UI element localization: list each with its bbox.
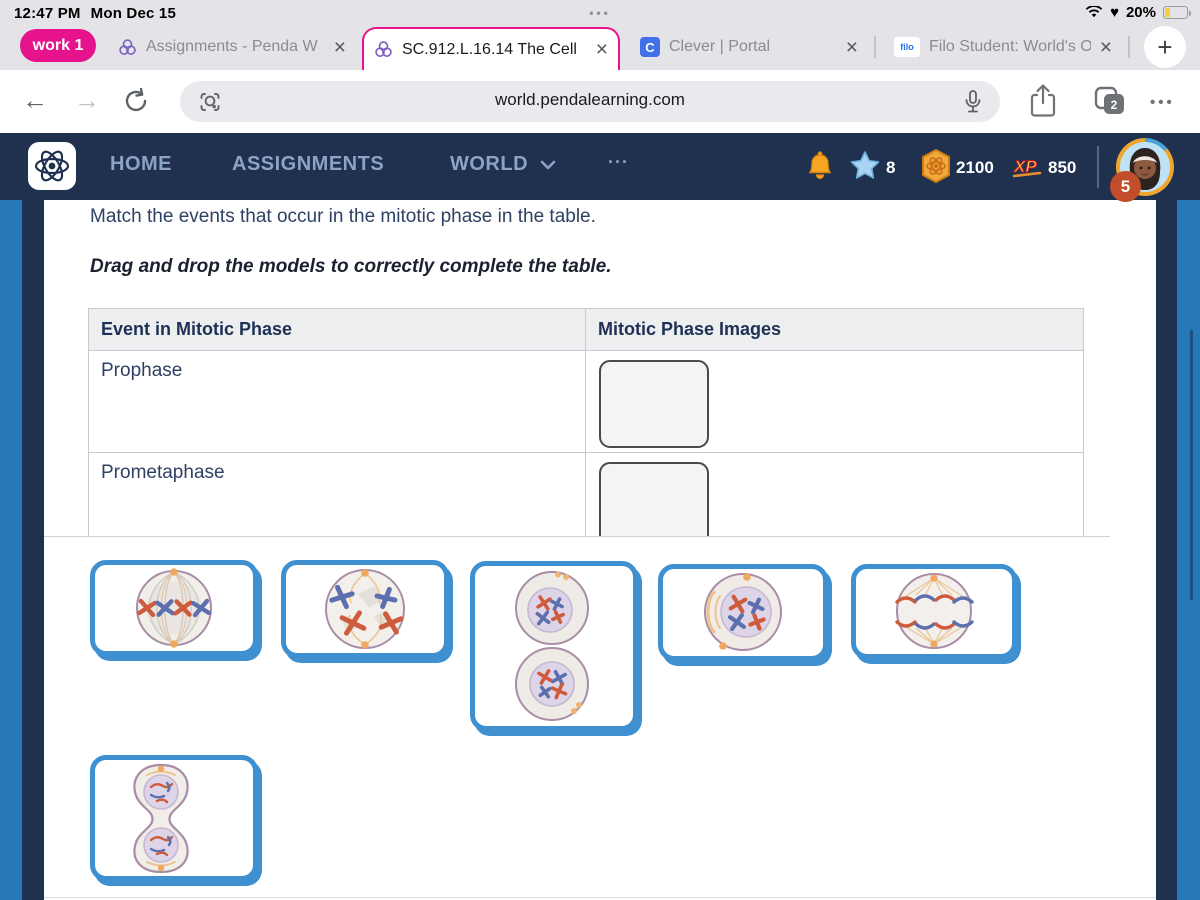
table-header-row: Event in Mitotic Phase Mitotic Phase Ima… [89, 309, 1083, 351]
forward-button[interactable]: → [74, 84, 100, 116]
clever-favicon: C [640, 37, 660, 57]
nav-world[interactable]: WORLD [450, 153, 556, 176]
share-icon[interactable] [1028, 83, 1058, 119]
penda-favicon [119, 38, 136, 55]
close-tab-icon[interactable]: × [334, 37, 346, 58]
drag-card-prometaphase[interactable] [281, 560, 449, 658]
tab-separator [874, 36, 876, 58]
match-table-region: Event in Mitotic Phase Mitotic Phase Ima… [88, 308, 1084, 537]
xp-icon: XP [1013, 157, 1042, 178]
safari-tab-bar: work 1 Assignments - Penda W × SC.912.L.… [0, 26, 1200, 96]
header-divider [1097, 146, 1099, 188]
close-tab-icon[interactable]: × [596, 39, 608, 60]
browser-toolbar: ← → world.pendalearning.com 2 ••• [0, 70, 1200, 133]
tab-active-cell-cycle[interactable]: SC.912.L.16.14 The Cell × [362, 27, 620, 70]
drag-card-telophase-cytokinesis[interactable] [90, 755, 258, 881]
tab-title: Clever | Portal [669, 38, 771, 55]
chevron-down-icon [540, 160, 556, 169]
close-tab-icon[interactable]: × [1100, 37, 1112, 58]
world-frame-right [1177, 200, 1200, 900]
mic-icon[interactable] [962, 89, 984, 115]
scrollbar[interactable] [1190, 330, 1193, 600]
reload-button[interactable] [122, 87, 150, 115]
activity-panel: Match the events that occur in the mitot… [44, 200, 1156, 900]
prophase-cell-icon [704, 573, 782, 651]
tab-switcher-button[interactable]: 2 [1092, 84, 1128, 118]
event-label-prometaphase: Prometaphase [89, 453, 586, 537]
telophase-cell-icon [133, 763, 189, 874]
nav-assignments[interactable]: ASSIGNMENTS [232, 153, 384, 176]
new-tab-button[interactable]: + [1144, 26, 1186, 68]
coin-count: 2100 [956, 158, 994, 177]
browser-more-button[interactable]: ••• [1150, 94, 1175, 111]
notification-badge[interactable]: 5 [1110, 171, 1141, 202]
url-text[interactable]: world.pendalearning.com [180, 90, 1000, 110]
address-bar[interactable]: world.pendalearning.com [180, 81, 1000, 122]
penda-favicon [375, 41, 392, 57]
match-table: Event in Mitotic Phase Mitotic Phase Ima… [88, 308, 1084, 537]
nav-home[interactable]: HOME [110, 153, 172, 176]
drag-card-anaphase[interactable] [851, 564, 1017, 659]
tab-separator [1128, 36, 1130, 58]
tab-title: SC.912.L.16.14 The Cell [402, 40, 577, 58]
world-frame-right-inner [1156, 200, 1177, 900]
battery-icon [1163, 6, 1191, 19]
xp-count: 850 [1048, 158, 1077, 177]
tab-group-pill[interactable]: work 1 [20, 29, 96, 62]
event-label-prophase: Prophase [89, 351, 586, 453]
content-cut-line [44, 536, 1110, 537]
world-frame-left [0, 200, 22, 900]
penda-header: HOME ASSIGNMENTS WORLD ... 8 2100 XP 850… [0, 133, 1200, 202]
status-bar: 12:47 PM Mon Dec 15 ••• ♥ 20% [0, 0, 1200, 26]
star-icon [850, 151, 880, 179]
drag-card-two-daughter-cells[interactable] [470, 561, 638, 731]
drop-zone-prophase[interactable] [599, 360, 709, 448]
tab-clever-portal[interactable]: C Clever | Portal × [630, 26, 868, 68]
drag-card-prophase[interactable] [658, 564, 828, 661]
prometaphase-cell-icon [325, 569, 405, 649]
multitask-dots: ••• [589, 6, 611, 20]
star-count: 8 [886, 158, 896, 177]
anaphase-cell-icon [895, 573, 974, 649]
battery-percent: 20% [1125, 4, 1156, 21]
atom-icon [34, 150, 70, 182]
drag-card-metaphase[interactable] [90, 560, 258, 656]
drop-zone-prometaphase[interactable] [599, 462, 709, 537]
back-button[interactable]: ← [22, 84, 48, 116]
metaphase-cell-icon [136, 568, 212, 648]
tab-filo-student[interactable]: filo Filo Student: World's O × [884, 26, 1122, 68]
world-frame-left-inner [22, 200, 44, 900]
filo-favicon: filo [894, 37, 920, 57]
coin-icon [922, 148, 950, 184]
svg-text:2: 2 [1111, 98, 1118, 112]
penda-logo[interactable] [28, 142, 76, 190]
tab-title: Assignments - Penda W [146, 38, 318, 55]
daughter-cells-icon [515, 571, 589, 721]
nav-overflow-button[interactable]: ... [608, 147, 629, 168]
table-row: Prophase [89, 351, 1083, 453]
table-row: Prometaphase [89, 453, 1083, 537]
col-header-images: Mitotic Phase Images [586, 309, 1083, 351]
tab-assignments[interactable]: Assignments - Penda W × [108, 26, 356, 68]
close-tab-icon[interactable]: × [846, 37, 858, 58]
ipad-screen: 12:47 PM Mon Dec 15 ••• ♥ 20% work 1 Assi… [0, 0, 1200, 900]
focus-heart-icon: ♥ [1110, 4, 1119, 21]
instruction-text: Match the events that occur in the mitot… [90, 206, 596, 227]
bell-icon[interactable] [806, 151, 834, 183]
tab-title: Filo Student: World's O [929, 38, 1091, 55]
directions-text: Drag and drop the models to correctly co… [90, 256, 612, 277]
col-header-event: Event in Mitotic Phase [89, 309, 586, 351]
wifi-icon [1085, 6, 1103, 18]
content-bottom-line [44, 897, 1156, 898]
